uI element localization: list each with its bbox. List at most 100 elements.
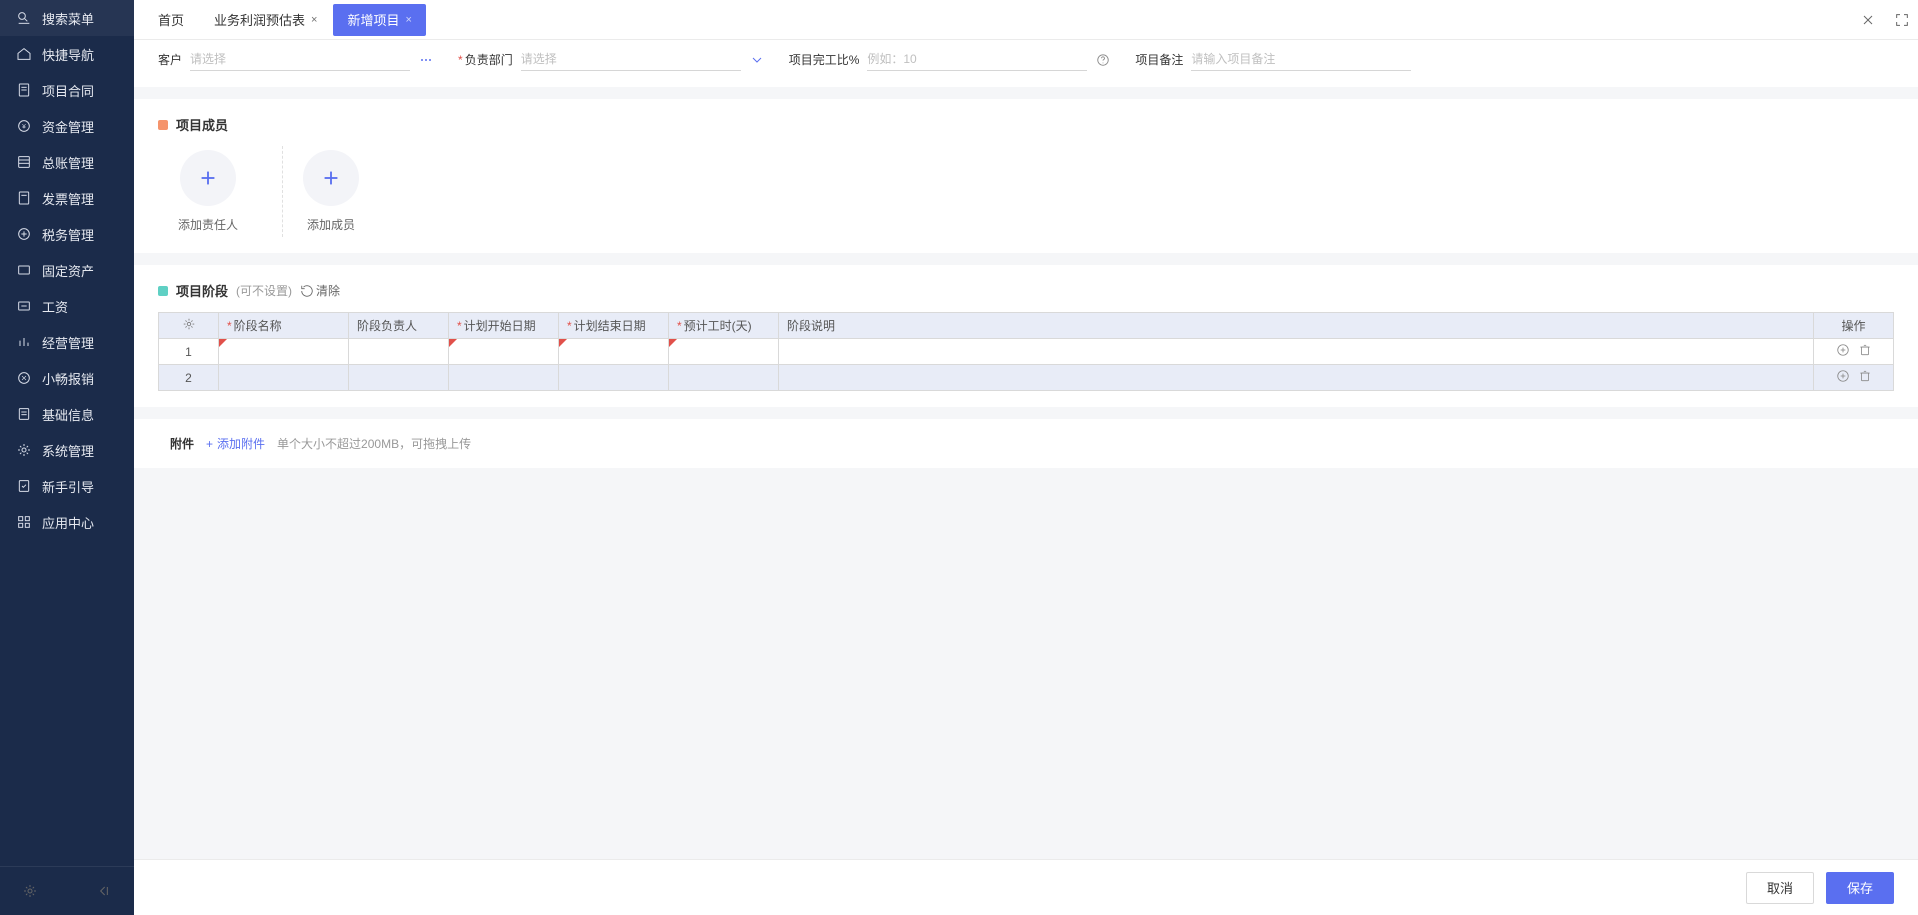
add-owner-button[interactable] [180, 150, 236, 206]
cell-name[interactable] [219, 339, 349, 365]
delete-row-icon[interactable] [1858, 343, 1872, 357]
fullscreen-icon[interactable] [1886, 4, 1918, 36]
ledger-icon [16, 154, 32, 170]
row-index: 1 [159, 339, 219, 365]
col-desc: 阶段说明 [779, 313, 1814, 339]
sidebar-item-salary[interactable]: 工资 [0, 288, 134, 324]
sidebar-item-label: 发票管理 [42, 189, 94, 208]
section-marker-icon [158, 120, 168, 130]
cell-desc[interactable] [779, 365, 1814, 391]
table-row: 2 [159, 365, 1894, 391]
plus-icon: + [206, 437, 213, 451]
delete-row-icon[interactable] [1858, 369, 1872, 383]
panel-subtitle: (可不设置) [236, 282, 292, 299]
sidebar-item-invoice[interactable]: 发票管理 [0, 180, 134, 216]
sidebar-item-label: 应用中心 [42, 513, 94, 532]
close-icon[interactable]: × [405, 14, 411, 26]
table-row: 1 [159, 339, 1894, 365]
cell-owner[interactable] [349, 339, 449, 365]
salary-icon [16, 298, 32, 314]
sidebar-item-tax[interactable]: 税务管理 [0, 216, 134, 252]
cell-end[interactable] [559, 365, 669, 391]
cell-hours[interactable] [669, 365, 779, 391]
panel-members: 项目成员 添加责任人 添加成员 [134, 99, 1918, 253]
sidebar-item-basic-info[interactable]: 基础信息 [0, 396, 134, 432]
field-customer: 客户 [158, 48, 434, 71]
sidebar-item-expense[interactable]: 小畅报销 [0, 360, 134, 396]
sidebar-item-app-center[interactable]: 应用中心 [0, 504, 134, 540]
col-owner: 阶段负责人 [349, 313, 449, 339]
col-ops: 操作 [1814, 313, 1894, 339]
add-member-card: 添加成员 [282, 146, 379, 237]
asset-icon [16, 262, 32, 278]
close-panel-icon[interactable] [1852, 4, 1884, 36]
sidebar-item-ledger[interactable]: 总账管理 [0, 144, 134, 180]
gear-icon [182, 317, 196, 331]
col-end: *计划结束日期 [559, 313, 669, 339]
add-row-icon[interactable] [1836, 343, 1850, 357]
apps-icon [16, 514, 32, 530]
chevron-down-icon[interactable] [749, 52, 765, 68]
col-settings[interactable] [159, 313, 219, 339]
more-icon[interactable] [418, 52, 434, 68]
tab-profit-estimate[interactable]: 业务利润预估表 × [200, 4, 331, 36]
document-icon [16, 82, 32, 98]
cell-desc[interactable] [779, 339, 1814, 365]
add-row-icon[interactable] [1836, 369, 1850, 383]
sidebar-item-fund[interactable]: ¥ 资金管理 [0, 108, 134, 144]
attachment-hint: 单个大小不超过200MB，可拖拽上传 [277, 435, 471, 452]
content-scroll[interactable]: 客户 *负责部门 项目完工比% 项目备注 [134, 40, 1918, 915]
sidebar-item-label: 经营管理 [42, 333, 94, 352]
panel-title: 附件 [170, 435, 194, 452]
sidebar-item-label: 工资 [42, 297, 68, 316]
chart-icon [16, 334, 32, 350]
sidebar-item-project-contract[interactable]: 项目合同 [0, 72, 134, 108]
sidebar-item-label: 小畅报销 [42, 369, 94, 388]
sidebar-item-fixed-asset[interactable]: 固定资产 [0, 252, 134, 288]
sidebar-item-label: 新手引导 [42, 477, 94, 496]
sidebar-item-label: 搜索菜单 [42, 9, 94, 28]
clear-button[interactable]: 清除 [300, 282, 340, 299]
add-owner-card: 添加责任人 [158, 146, 258, 237]
sidebar-item-quick-nav[interactable]: 快捷导航 [0, 36, 134, 72]
clear-icon [300, 284, 314, 298]
tab-new-project[interactable]: 新增项目 × [333, 4, 425, 36]
sidebar-item-newbie[interactable]: 新手引导 [0, 468, 134, 504]
save-button[interactable]: 保存 [1826, 872, 1894, 904]
cell-owner[interactable] [349, 365, 449, 391]
cell-ops [1814, 339, 1894, 365]
cell-name[interactable] [219, 365, 349, 391]
cell-start[interactable] [449, 365, 559, 391]
department-input[interactable] [521, 48, 741, 71]
col-start: *计划开始日期 [449, 313, 559, 339]
remark-input[interactable] [1191, 48, 1411, 71]
customer-input[interactable] [190, 48, 410, 71]
footer-bar: 取消 保存 [134, 859, 1918, 915]
field-label: *负责部门 [458, 51, 513, 68]
sidebar-item-label: 总账管理 [42, 153, 94, 172]
sidebar-item-business[interactable]: 经营管理 [0, 324, 134, 360]
tabs-bar: 首页 业务利润预估表 × 新增项目 × [134, 0, 1918, 40]
sidebar-item-label: 项目合同 [42, 81, 94, 100]
collapse-icon[interactable] [88, 875, 120, 907]
add-attachment-button[interactable]: + 添加附件 [206, 435, 265, 452]
cancel-button[interactable]: 取消 [1746, 872, 1814, 904]
settings-icon[interactable] [14, 875, 46, 907]
add-member-button[interactable] [303, 150, 359, 206]
field-department: *负责部门 [458, 48, 765, 71]
field-label: 项目备注 [1135, 51, 1183, 68]
system-icon [16, 442, 32, 458]
sidebar: 搜索菜单 快捷导航 项目合同 ¥ 资金管理 总账管理 发票管理 [0, 0, 134, 915]
cell-end[interactable] [559, 339, 669, 365]
plus-icon [320, 167, 342, 189]
help-icon[interactable] [1095, 52, 1111, 68]
search-list-icon [16, 10, 32, 26]
progress-input[interactable] [867, 48, 1087, 71]
sidebar-item-search-menu[interactable]: 搜索菜单 [0, 0, 134, 36]
sidebar-item-system[interactable]: 系统管理 [0, 432, 134, 468]
close-icon[interactable]: × [311, 14, 317, 26]
cell-start[interactable] [449, 339, 559, 365]
cell-hours[interactable] [669, 339, 779, 365]
tab-home[interactable]: 首页 [144, 4, 198, 36]
tab-label: 首页 [158, 10, 184, 29]
